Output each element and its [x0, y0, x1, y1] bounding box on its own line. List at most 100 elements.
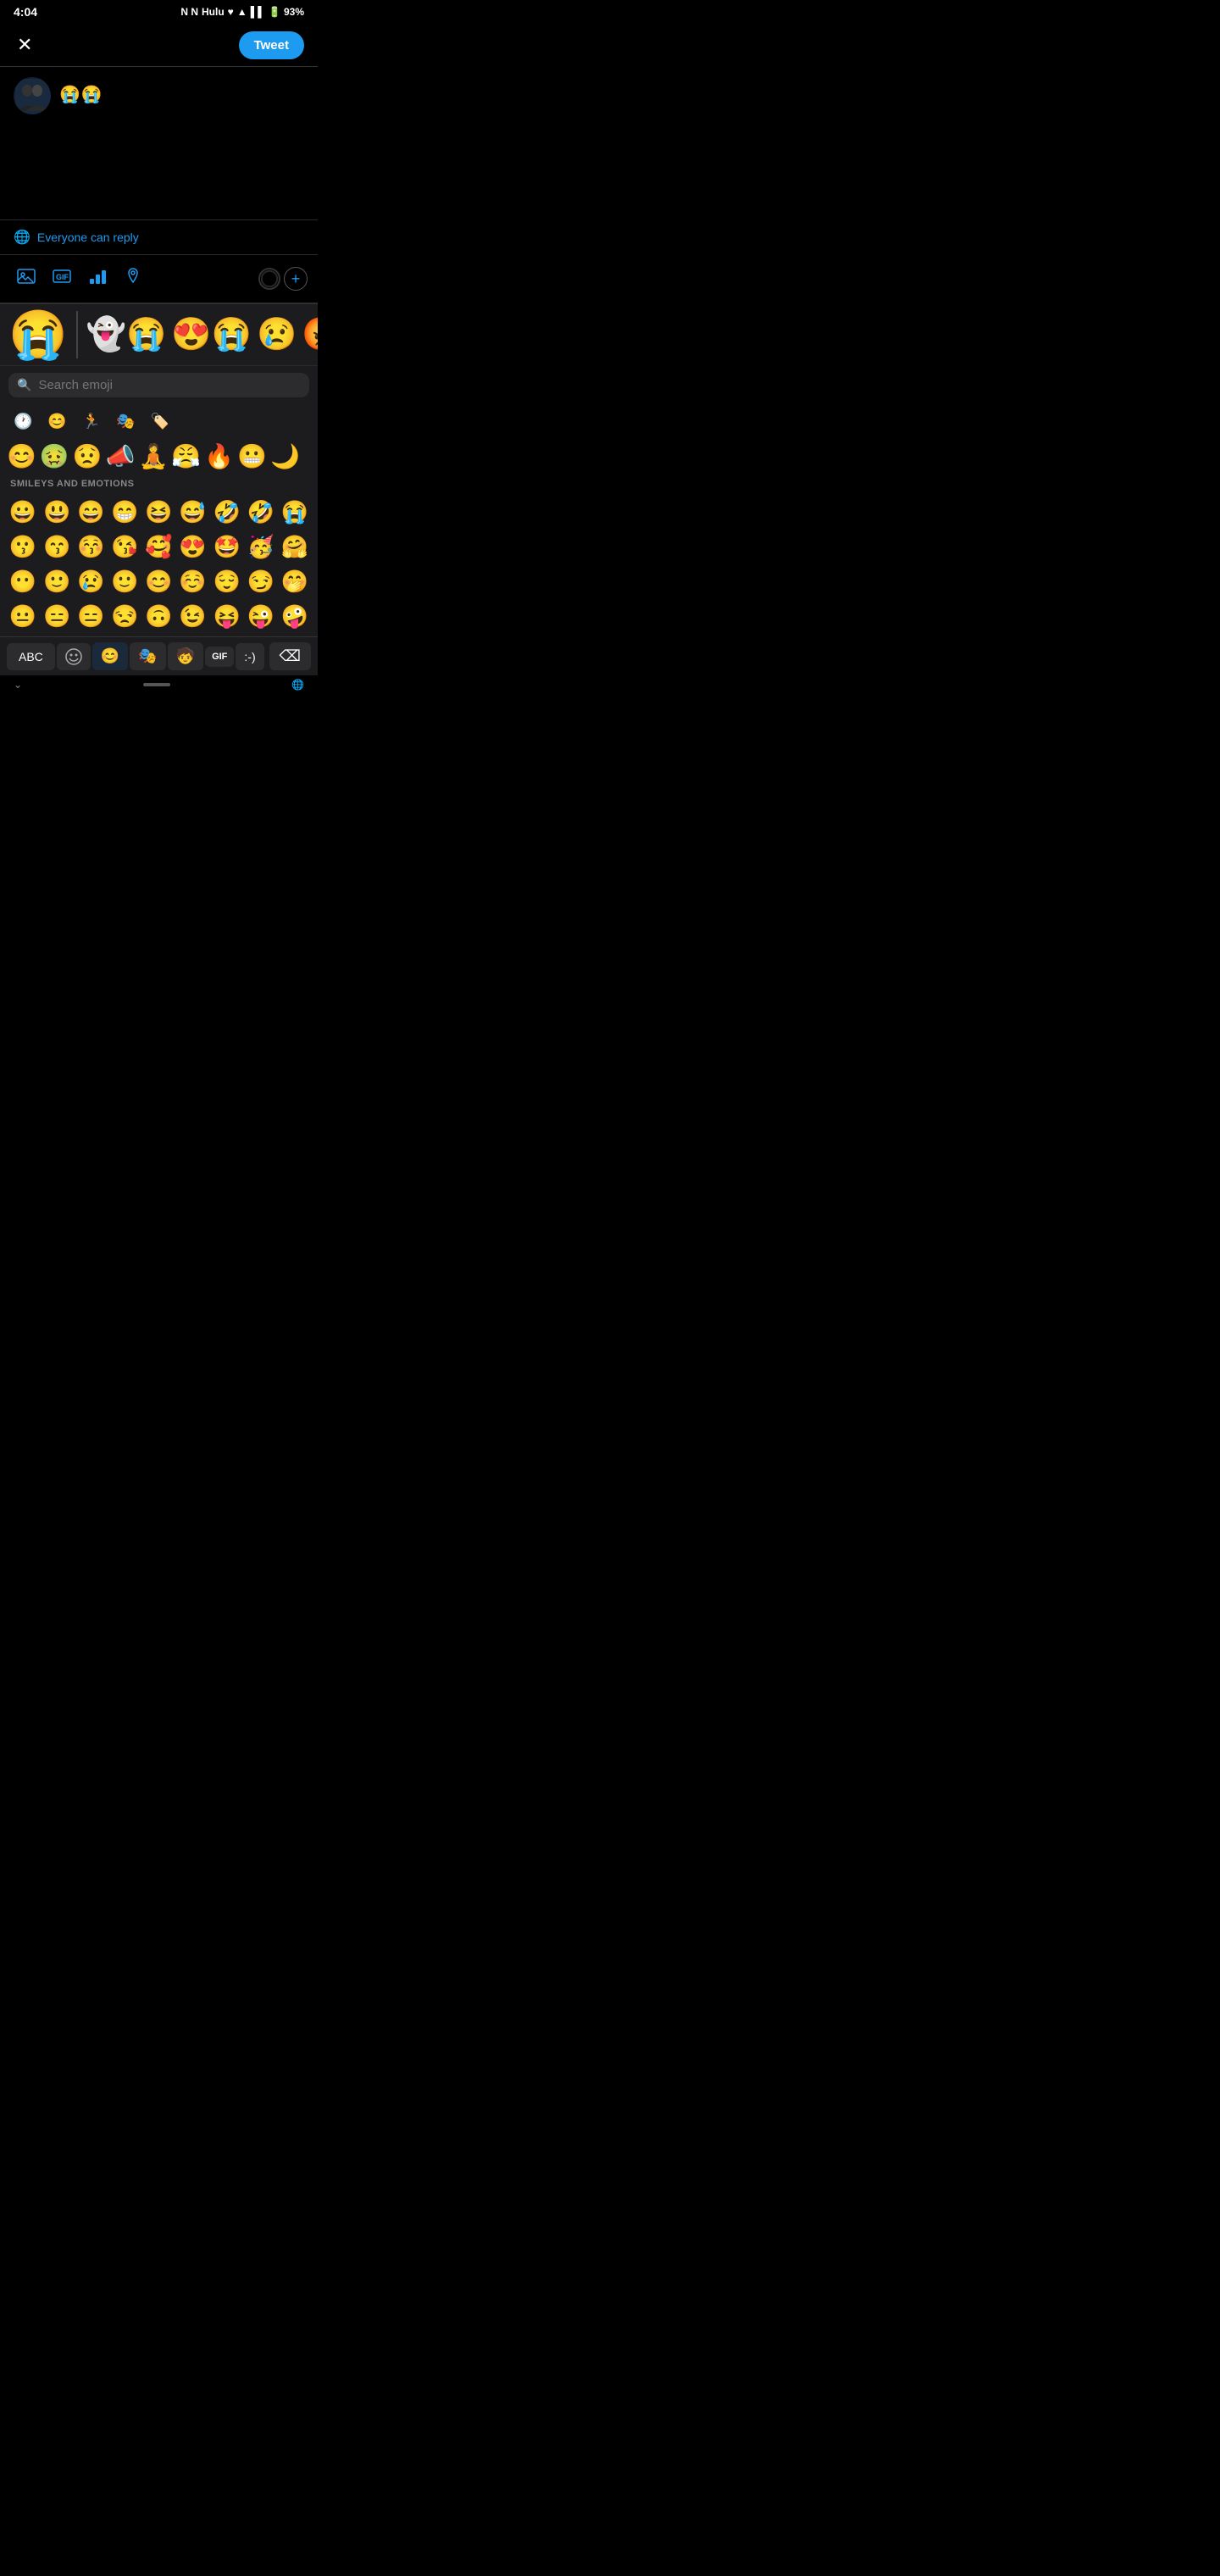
strip-emoji-2[interactable]: 🤢: [40, 442, 69, 470]
emoji-no-mouth[interactable]: 😶: [7, 565, 39, 598]
gif-button[interactable]: GIF: [46, 262, 78, 296]
emoji-wink[interactable]: 😉: [177, 600, 209, 633]
add-content-button[interactable]: +: [284, 267, 308, 291]
emoji-rolling[interactable]: 🤣: [245, 496, 277, 529]
tweet-header: ✕ Tweet: [0, 24, 318, 67]
emoji-rofl[interactable]: 🤣: [211, 496, 243, 529]
emoji-expressionless-2[interactable]: 😑: [75, 600, 107, 633]
strip-emoji-8[interactable]: 😬: [237, 442, 267, 470]
emoji-category-tabs: 🕐 😊 🏃 🎭 🏷️: [0, 404, 318, 439]
recent-emoji-heart-eyes[interactable]: 😍😭: [171, 319, 252, 351]
emoji-tear[interactable]: 😢: [75, 565, 107, 598]
emoji-unamused[interactable]: 😒: [108, 600, 141, 633]
emoji-winking-tongue[interactable]: 😜: [245, 600, 277, 633]
emoji-relaxed[interactable]: ☺️: [177, 565, 209, 598]
emoji-zany[interactable]: 🤪: [279, 600, 311, 633]
emoji-smiling-hearts[interactable]: 🥰: [142, 530, 175, 564]
emoji-relieved[interactable]: 😌: [211, 565, 243, 598]
search-input[interactable]: [38, 378, 301, 392]
strip-emoji-5[interactable]: 🧘: [139, 442, 169, 470]
emoji-kissing-closed[interactable]: 😚: [75, 530, 107, 564]
swipe-bar-container: ⌄ 🌐: [0, 675, 318, 697]
emoji-slightly-smile[interactable]: 🙂: [41, 565, 73, 598]
emoji-joy[interactable]: 😄: [75, 496, 107, 529]
avatar: [14, 77, 51, 114]
tweet-text[interactable]: 😭😭: [59, 77, 304, 209]
emoji-kissing-smiling[interactable]: 😙: [41, 530, 73, 564]
svg-text:GIF: GIF: [56, 273, 69, 281]
gif-keyboard-button[interactable]: GIF: [205, 647, 234, 667]
close-button[interactable]: ✕: [14, 31, 36, 59]
emoji-stuck-out[interactable]: 😝: [211, 600, 243, 633]
recent-emoji-sad[interactable]: 😢: [257, 319, 297, 351]
network-icon: N N: [180, 6, 198, 18]
emoji-expressionless[interactable]: 😑: [41, 600, 73, 633]
emoji-button[interactable]: 😊: [92, 642, 128, 670]
emoji-kissing-heart[interactable]: 😘: [108, 530, 141, 564]
tweet-button[interactable]: Tweet: [239, 31, 304, 59]
status-bar: 4:04 N N Hulu ♥ ▲ ▌▌ 🔋 93%: [0, 0, 318, 24]
sticker-button[interactable]: [57, 643, 91, 670]
strip-emoji-3[interactable]: 😟: [73, 442, 103, 470]
emoji-smirk[interactable]: 😏: [245, 565, 277, 598]
emoji-shushing[interactable]: 🤭: [279, 565, 311, 598]
strip-emoji-9[interactable]: 🌙: [270, 442, 300, 470]
swipe-indicator: [143, 683, 170, 686]
emoji-crying[interactable]: 😭: [279, 496, 311, 529]
abc-button[interactable]: ABC: [7, 643, 55, 670]
tab-people[interactable]: 🏃: [75, 408, 108, 436]
search-icon: 🔍: [17, 378, 31, 392]
strip-emoji-6[interactable]: 😤: [171, 442, 201, 470]
signal-icon: ▌▌: [251, 6, 265, 18]
emoji-neutral[interactable]: 😐: [7, 600, 39, 633]
recent-emoji-ghost[interactable]: 👻😭: [86, 319, 167, 351]
poll-button[interactable]: [81, 262, 114, 296]
emoji-picker: 😭 👻😭 😍😭 😢 😡 🔍 🕐 😊 🏃 🎭 🏷️ 😊 🤢 😟 📣 🧘 😤 🔥 😬…: [0, 303, 318, 697]
section-title-smileys: SMILEYS AND EMOTIONS: [0, 474, 318, 492]
strip-emoji-7[interactable]: 🔥: [204, 442, 234, 470]
keyboard-down-button[interactable]: ⌄: [14, 679, 22, 691]
emoji-beaming[interactable]: 😁: [108, 496, 141, 529]
emoji-partying[interactable]: 🥳: [245, 530, 277, 564]
keyboard-switch-button[interactable]: 🌐: [291, 679, 304, 691]
heart-icon: ♥: [228, 6, 234, 18]
reply-setting-label: Everyone can reply: [37, 230, 139, 244]
reply-setting[interactable]: 🌐 Everyone can reply: [0, 219, 318, 255]
emoji-grinning[interactable]: 😀: [7, 496, 39, 529]
strip-emoji-1[interactable]: 😊: [7, 442, 36, 470]
tab-activities[interactable]: 🎭: [109, 408, 141, 436]
memoji-button[interactable]: 🧒: [168, 642, 203, 670]
emoji-upside-down[interactable]: 🙃: [142, 600, 175, 633]
emoji-laughing[interactable]: 😆: [142, 496, 175, 529]
tab-recent[interactable]: 🕐: [7, 408, 39, 436]
status-time: 4:04: [14, 5, 37, 19]
strip-emoji-4[interactable]: 📣: [106, 442, 136, 470]
sticker-pack-button[interactable]: 🎭: [130, 642, 165, 670]
emoji-grin[interactable]: 😃: [41, 496, 73, 529]
battery-icon: 🔋 93%: [269, 6, 304, 18]
emoji-heart-eyes[interactable]: 😍: [177, 530, 209, 564]
kaomoji-button[interactable]: :-): [236, 643, 263, 670]
image-button[interactable]: [10, 262, 42, 296]
globe-icon: 🌐: [14, 229, 30, 246]
emoji-star-struck[interactable]: 🤩: [211, 530, 243, 564]
emoji-blush[interactable]: 😊: [142, 565, 175, 598]
emoji-search-bar[interactable]: 🔍: [8, 373, 309, 397]
avatar-image: [14, 77, 51, 114]
compose-area: 😭😭: [0, 67, 318, 219]
tab-smileys[interactable]: 😊: [41, 408, 73, 436]
featured-emoji-crying[interactable]: 😭: [8, 311, 78, 358]
char-counter: [258, 268, 280, 290]
emoji-small-strip: 😊 🤢 😟 📣 🧘 😤 🔥 😬 🌙: [0, 439, 318, 474]
location-button[interactable]: [117, 262, 149, 296]
recent-emoji-angry[interactable]: 😡: [302, 319, 318, 351]
emoji-kissing[interactable]: 😗: [7, 530, 39, 564]
compose-toolbar: GIF +: [0, 255, 318, 303]
status-icons: N N Hulu ♥ ▲ ▌▌ 🔋 93%: [180, 6, 304, 18]
delete-button[interactable]: ⌫: [269, 642, 311, 670]
emoji-hugging[interactable]: 🤗: [279, 530, 311, 564]
emoji-sweat-smile[interactable]: 😅: [177, 496, 209, 529]
tab-objects[interactable]: 🏷️: [144, 408, 176, 436]
recent-strip: 😭 👻😭 😍😭 😢 😡: [0, 304, 318, 366]
emoji-slightly-smile-2[interactable]: 🙂: [108, 565, 141, 598]
